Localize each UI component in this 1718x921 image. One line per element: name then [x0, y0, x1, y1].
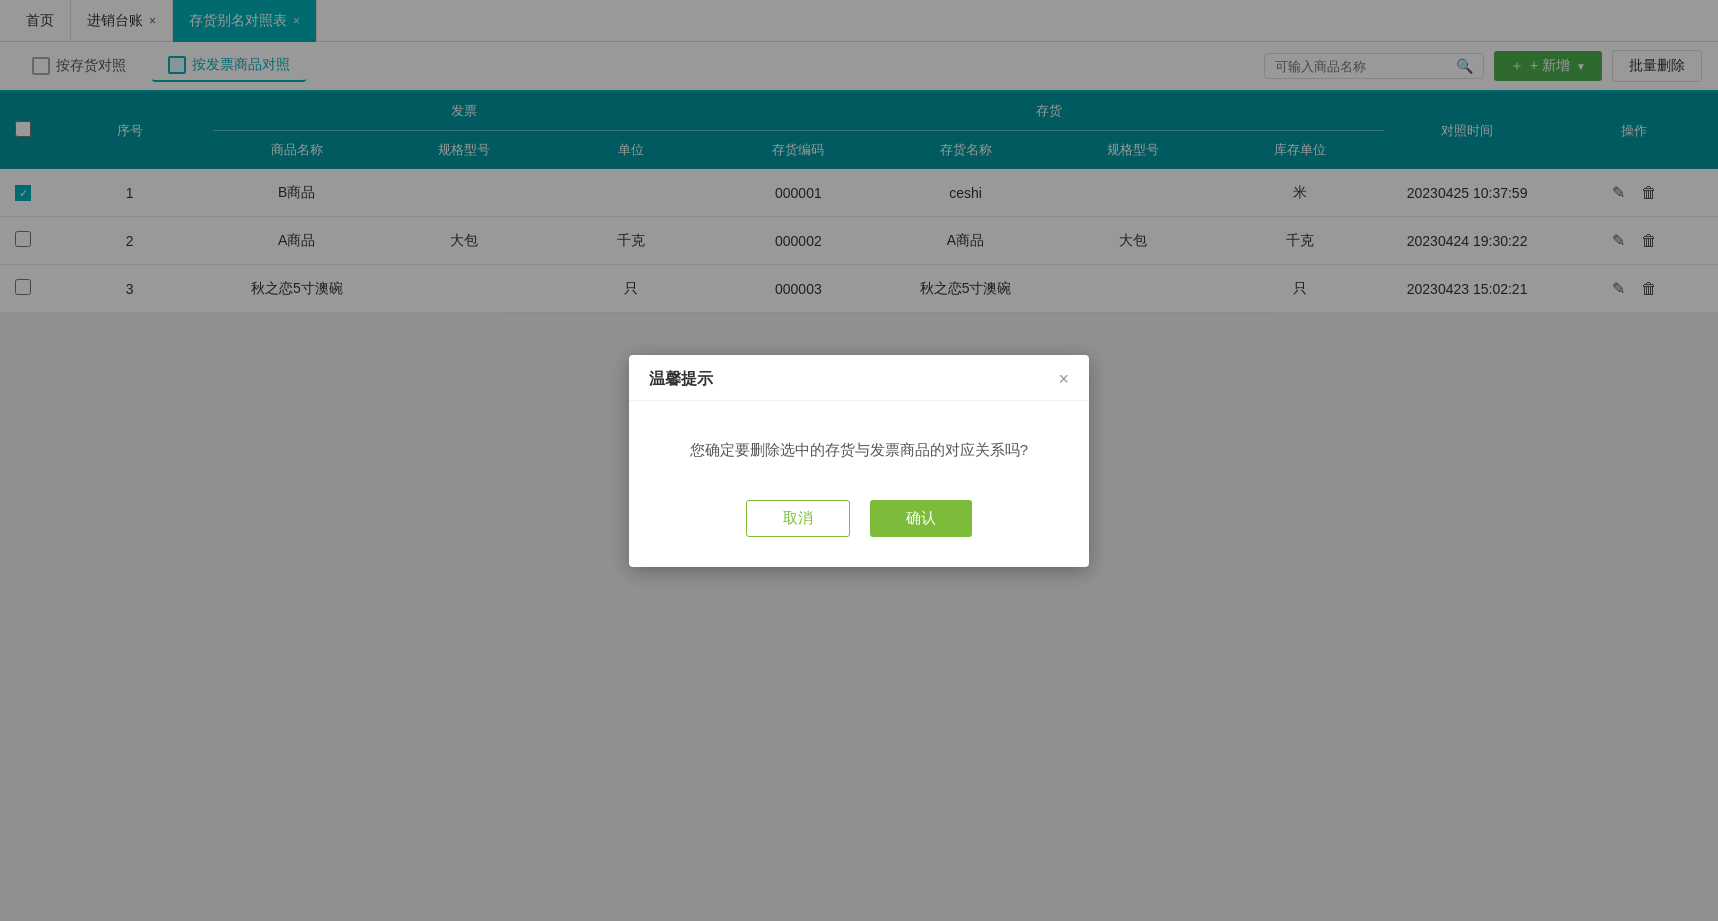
modal-overlay: 温馨提示 × 您确定要删除选中的存货与发票商品的对应关系吗? 取消 确认 [0, 0, 1718, 313]
